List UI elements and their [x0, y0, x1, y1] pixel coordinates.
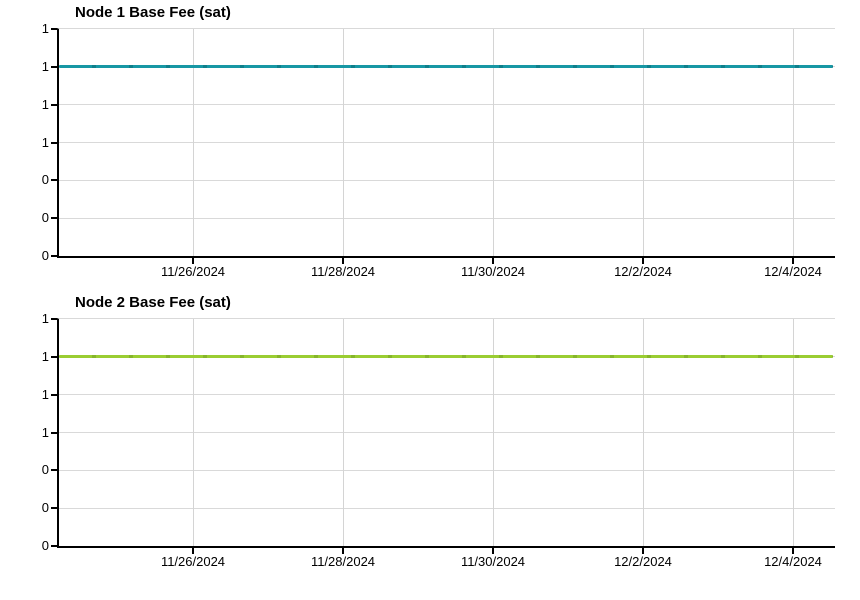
gridline-vertical: [493, 29, 494, 256]
y-tick-label: 0: [23, 538, 49, 554]
gridline-vertical: [343, 319, 344, 546]
gridline-horizontal: [59, 180, 835, 181]
gridline-vertical: [193, 319, 194, 546]
chart-title: Node 2 Base Fee (sat): [75, 294, 231, 311]
y-tick-mark: [51, 217, 57, 219]
x-tick-label: 11/30/2024: [443, 554, 543, 570]
x-tick-label: 11/28/2024: [293, 264, 393, 280]
gridline-vertical: [643, 319, 644, 546]
x-tick-label: 12/2/2024: [593, 264, 693, 280]
x-tick-label: 11/26/2024: [143, 264, 243, 280]
gridline-vertical: [493, 319, 494, 546]
gridline-horizontal: [59, 508, 835, 509]
x-tick-label: 12/4/2024: [743, 554, 843, 570]
y-tick-label: 1: [23, 135, 49, 151]
y-tick-label: 0: [23, 172, 49, 188]
y-tick-label: 1: [23, 387, 49, 403]
gridline-horizontal: [59, 142, 835, 143]
y-tick-label: 1: [23, 59, 49, 75]
x-tick-label: 12/2/2024: [593, 554, 693, 570]
y-tick-mark: [51, 318, 57, 320]
y-tick-label: 1: [23, 349, 49, 365]
gridline-vertical: [793, 29, 794, 256]
y-tick-mark: [51, 66, 57, 68]
series-line-1: [59, 65, 833, 68]
chart-node-1-base-fee: Node 1 Base Fee (sat) 111100011/26/20241…: [0, 0, 860, 290]
y-tick-label: 1: [23, 425, 49, 441]
y-tick-label: 0: [23, 248, 49, 264]
chart-title: Node 1 Base Fee (sat): [75, 4, 231, 21]
y-tick-mark: [51, 356, 57, 358]
x-tick-label: 11/26/2024: [143, 554, 243, 570]
y-tick-label: 0: [23, 462, 49, 478]
x-tick-label: 12/4/2024: [743, 264, 843, 280]
y-tick-mark: [51, 255, 57, 257]
y-tick-mark: [51, 142, 57, 144]
gridline-horizontal: [59, 432, 835, 433]
y-tick-mark: [51, 394, 57, 396]
y-tick-label: 1: [23, 97, 49, 113]
gridline-vertical: [343, 29, 344, 256]
gridline-horizontal: [59, 394, 835, 395]
plot-area: 111100011/26/202411/28/202411/30/202412/…: [57, 28, 835, 258]
y-tick-mark: [51, 104, 57, 106]
x-tick-label: 11/30/2024: [443, 264, 543, 280]
y-tick-label: 0: [23, 500, 49, 516]
y-tick-mark: [51, 545, 57, 547]
gridline-horizontal: [59, 218, 835, 219]
y-tick-mark: [51, 179, 57, 181]
y-tick-label: 1: [23, 21, 49, 37]
series-line-2: [59, 355, 833, 358]
gridline-horizontal: [59, 104, 835, 105]
y-tick-label: 0: [23, 210, 49, 226]
y-tick-mark: [51, 432, 57, 434]
gridline-vertical: [193, 29, 194, 256]
x-tick-label: 11/28/2024: [293, 554, 393, 570]
gridline-vertical: [643, 29, 644, 256]
chart-node-2-base-fee: Node 2 Base Fee (sat) 111100011/26/20241…: [0, 290, 860, 580]
gridline-horizontal: [59, 470, 835, 471]
y-tick-label: 1: [23, 311, 49, 327]
y-tick-mark: [51, 469, 57, 471]
y-tick-mark: [51, 507, 57, 509]
plot-area: 111100011/26/202411/28/202411/30/202412/…: [57, 318, 835, 548]
gridline-vertical: [793, 319, 794, 546]
base-fee-charts-page: Node 1 Base Fee (sat) 111100011/26/20241…: [0, 0, 860, 600]
y-tick-mark: [51, 28, 57, 30]
